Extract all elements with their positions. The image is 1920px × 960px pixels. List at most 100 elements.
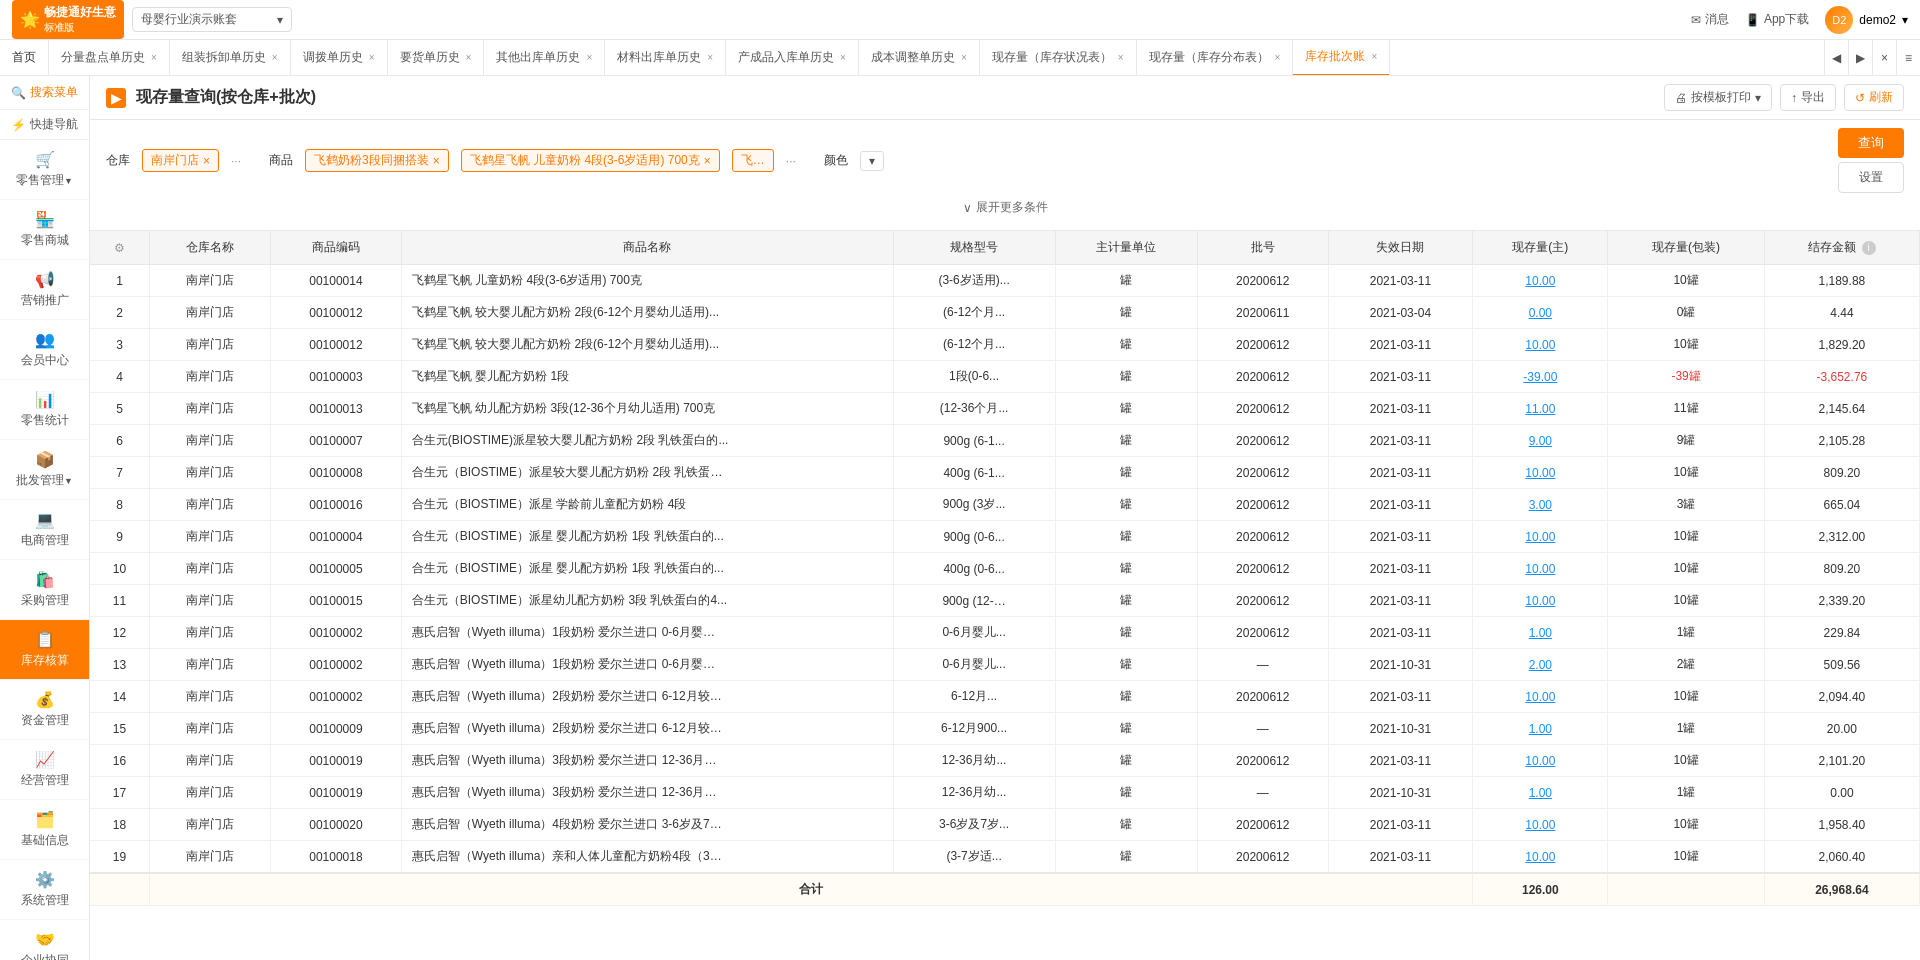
row-qty-main[interactable]: 3.00 xyxy=(1473,489,1608,521)
workspace-selector[interactable]: 母婴行业演示账套 ▾ xyxy=(132,7,292,32)
warehouse-filter-tag[interactable]: 南岸门店 × xyxy=(142,149,219,172)
goods-filter-tag3[interactable]: 飞… xyxy=(732,149,774,172)
row-qty-main[interactable]: 10.00 xyxy=(1473,745,1608,777)
row-qty-pkg: 10罐 xyxy=(1608,841,1764,874)
sidebar-item-retail-shop[interactable]: 🏪 零售商城 xyxy=(0,200,89,260)
tab-stock-dist[interactable]: 现存量（库存分布表） × xyxy=(1137,40,1294,76)
sidebar-item-system[interactable]: ⚙️ 系统管理 xyxy=(0,860,89,920)
sidebar-quick-nav[interactable]: ⚡ 快捷导航 xyxy=(0,110,89,140)
tab-cost-adj[interactable]: 成本调整单历史 × xyxy=(859,40,980,76)
row-qty-main[interactable]: 10.00 xyxy=(1473,457,1608,489)
row-amount: 0.00 xyxy=(1764,777,1919,809)
row-qty-main[interactable]: -39.00 xyxy=(1473,361,1608,393)
goods-more-dots[interactable]: ··· xyxy=(786,154,796,168)
tab-require[interactable]: 要货单历史 × xyxy=(388,40,485,76)
sidebar-item-retail-shop-label: 零售商城 xyxy=(21,232,69,249)
tab-require-close[interactable]: × xyxy=(466,52,472,63)
tab-split-close[interactable]: × xyxy=(151,52,157,63)
settings-btn[interactable]: 设置 xyxy=(1838,162,1904,193)
sidebar-item-operations[interactable]: 📈 经营管理 xyxy=(0,740,89,800)
color-expand-btn[interactable]: ▾ xyxy=(860,151,884,171)
row-qty-main[interactable]: 1.00 xyxy=(1473,777,1608,809)
filter-expand-row[interactable]: ∨ 展开更多条件 xyxy=(106,193,1904,222)
tab-product-in-close[interactable]: × xyxy=(840,52,846,63)
tab-material-out-close[interactable]: × xyxy=(707,52,713,63)
row-code: 00100002 xyxy=(271,617,402,649)
goods-tag2-remove[interactable]: × xyxy=(704,154,711,168)
sidebar-search[interactable]: 🔍 搜索菜单 xyxy=(0,76,89,110)
tab-product-in[interactable]: 产成品入库单历史 × xyxy=(726,40,859,76)
table-row: 10 南岸门店 00100005 合生元（BIOSTIME）派星 婴儿配方奶粉 … xyxy=(90,553,1920,585)
tab-other-out[interactable]: 其他出库单历史 × xyxy=(484,40,605,76)
app-download-btn[interactable]: 📱 App下载 xyxy=(1745,11,1809,28)
print-btn[interactable]: 🖨 按模板打印 ▾ xyxy=(1664,84,1772,111)
tab-combo[interactable]: 组装拆卸单历史 × xyxy=(170,40,291,76)
row-qty-main[interactable]: 10.00 xyxy=(1473,329,1608,361)
refresh-btn[interactable]: ↺ 刷新 xyxy=(1844,84,1904,111)
row-qty-main[interactable]: 10.00 xyxy=(1473,265,1608,297)
tab-stock-dist-close[interactable]: × xyxy=(1275,52,1281,63)
row-qty-main[interactable]: 10.00 xyxy=(1473,553,1608,585)
row-no: 7 xyxy=(90,457,149,489)
sidebar-item-basics[interactable]: 🗂️ 基础信息 xyxy=(0,800,89,860)
row-qty-pkg: 1罐 xyxy=(1608,713,1764,745)
row-qty-main[interactable]: 1.00 xyxy=(1473,713,1608,745)
sidebar-item-member[interactable]: 👥 会员中心 xyxy=(0,320,89,380)
sidebar-item-finance[interactable]: 💰 资金管理 xyxy=(0,680,89,740)
row-qty-main[interactable]: 0.00 xyxy=(1473,297,1608,329)
tab-batch-voucher[interactable]: 库存批次账 × xyxy=(1293,40,1390,76)
tab-cost-adj-close[interactable]: × xyxy=(961,52,967,63)
sidebar-item-retail-stats[interactable]: 📊 零售统计 xyxy=(0,380,89,440)
amount-info-icon[interactable]: i xyxy=(1862,241,1876,255)
export-btn[interactable]: ↑ 导出 xyxy=(1780,84,1836,111)
goods-filter-tag1[interactable]: 飞鹤奶粉3段同捆搭装 × xyxy=(305,149,449,172)
goods-tag1-remove[interactable]: × xyxy=(433,154,440,168)
tab-pick-close[interactable]: × xyxy=(369,52,375,63)
goods-filter-tag2[interactable]: 飞鹤星飞帆 儿童奶粉 4段(3-6岁适用) 700克 × xyxy=(461,149,720,172)
row-qty-main[interactable]: 2.00 xyxy=(1473,649,1608,681)
tab-split[interactable]: 分量盘点单历史 × xyxy=(49,40,170,76)
row-unit: 罐 xyxy=(1055,745,1197,777)
sidebar-item-retail[interactable]: 🛒 零售管理 ▼ xyxy=(0,140,89,200)
warehouse-tag-remove[interactable]: × xyxy=(203,154,210,168)
row-qty-main[interactable]: 10.00 xyxy=(1473,681,1608,713)
tab-material-out[interactable]: 材料出库单历史 × xyxy=(605,40,726,76)
tab-batch-voucher-close[interactable]: × xyxy=(1371,51,1377,62)
query-btn[interactable]: 查询 xyxy=(1838,128,1904,158)
row-expire: 2021-03-11 xyxy=(1328,457,1473,489)
wholesale-arrow-icon: ▼ xyxy=(64,476,73,486)
sidebar-item-member-label: 会员中心 xyxy=(21,352,69,369)
tab-other-out-close[interactable]: × xyxy=(586,52,592,63)
tab-prev-btn[interactable]: ◀ xyxy=(1824,40,1848,76)
row-qty-main[interactable]: 10.00 xyxy=(1473,521,1608,553)
row-name: 惠氏启智（Wyeth illuma）4段奶粉 爱尔兰进口 3-6岁及7… xyxy=(401,809,893,841)
row-qty-main[interactable]: 1.00 xyxy=(1473,617,1608,649)
tab-close-all-btn[interactable]: × xyxy=(1872,40,1896,76)
tab-menu-btn[interactable]: ≡ xyxy=(1896,40,1920,76)
row-qty-main[interactable]: 9.00 xyxy=(1473,425,1608,457)
tab-stock-status[interactable]: 现存量（库存状况表） × xyxy=(980,40,1137,76)
user-avatar-area[interactable]: D2 demo2 ▾ xyxy=(1825,6,1908,34)
row-qty-main[interactable]: 10.00 xyxy=(1473,809,1608,841)
row-qty-main[interactable]: 10.00 xyxy=(1473,841,1608,874)
tab-home[interactable]: 首页 xyxy=(0,40,49,76)
sidebar-item-inventory[interactable]: 📋 库存核算 xyxy=(0,620,89,680)
sidebar-item-marketing[interactable]: 📢 营销推广 xyxy=(0,260,89,320)
sidebar-item-enterprise[interactable]: 🤝 企业协同 xyxy=(0,920,89,960)
col-setting[interactable]: ⚙ xyxy=(90,231,149,265)
expand-sidebar-btn[interactable]: ▶ xyxy=(106,88,126,108)
message-btn[interactable]: ✉ 消息 xyxy=(1691,11,1729,28)
tab-stock-status-close[interactable]: × xyxy=(1118,52,1124,63)
tab-combo-close[interactable]: × xyxy=(272,52,278,63)
row-qty-main[interactable]: 11.00 xyxy=(1473,393,1608,425)
sidebar-item-basics-label: 基础信息 xyxy=(21,832,69,849)
sidebar-item-wholesale[interactable]: 📦 批发管理 ▼ xyxy=(0,440,89,500)
tab-pick[interactable]: 调拨单历史 × xyxy=(291,40,388,76)
row-spec: 900g (3岁... xyxy=(893,489,1055,521)
warehouse-more-dots[interactable]: ··· xyxy=(231,154,241,168)
row-warehouse: 南岸门店 xyxy=(149,617,270,649)
tab-next-btn[interactable]: ▶ xyxy=(1848,40,1872,76)
row-qty-main[interactable]: 10.00 xyxy=(1473,585,1608,617)
sidebar-item-purchase[interactable]: 🛍️ 采购管理 xyxy=(0,560,89,620)
sidebar-item-ecommerce[interactable]: 💻 电商管理 xyxy=(0,500,89,560)
